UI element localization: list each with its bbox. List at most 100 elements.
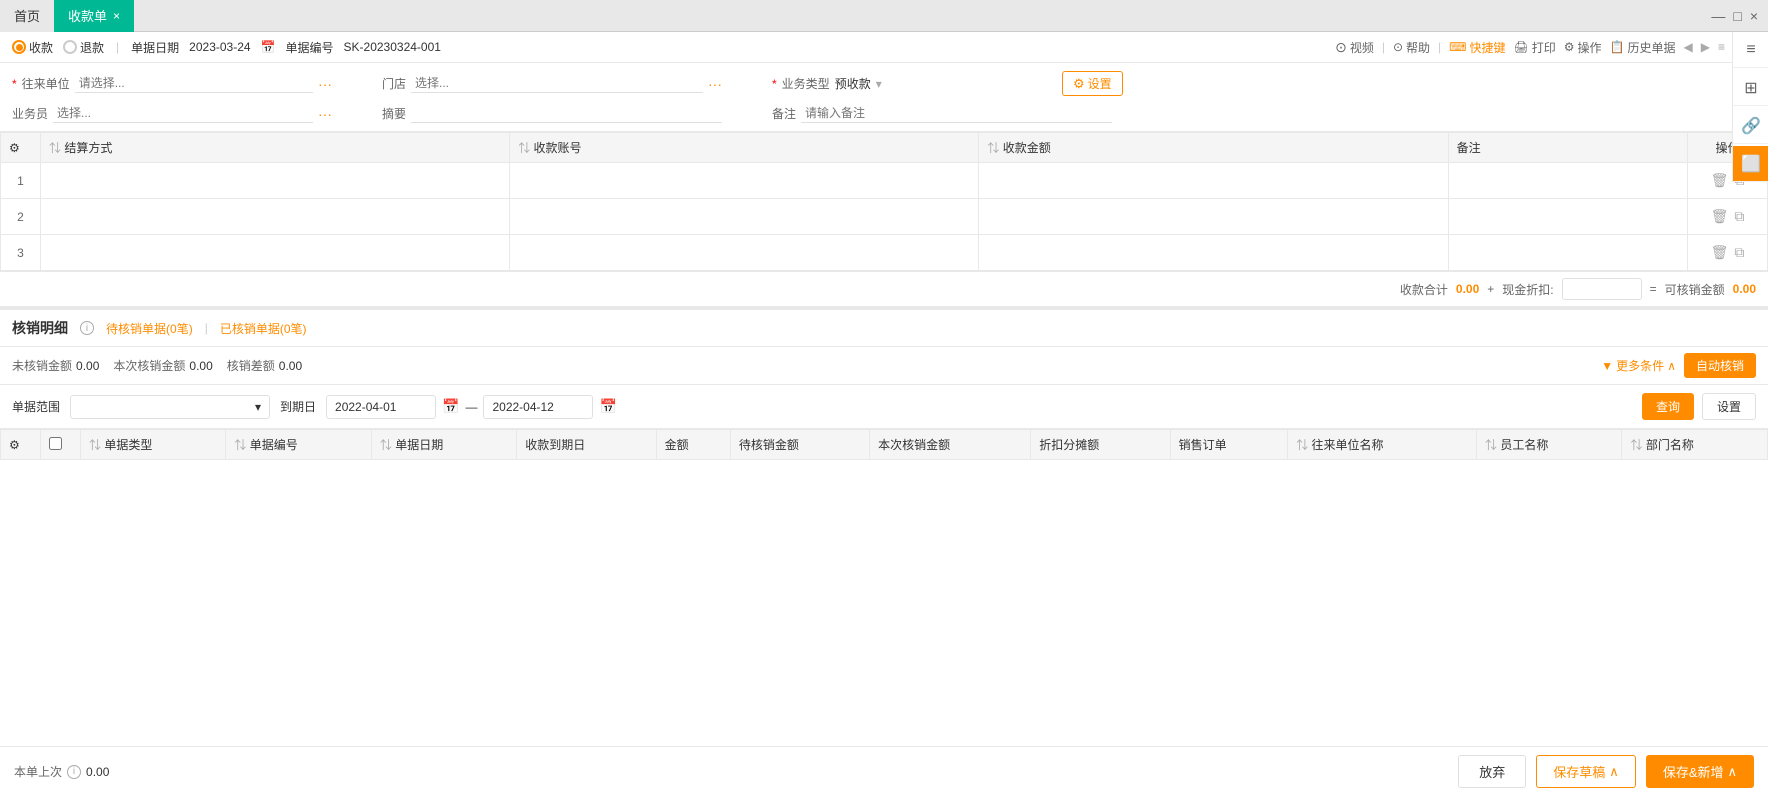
minimize-btn[interactable]: — — [1711, 8, 1725, 24]
maximize-btn[interactable]: □ — [1733, 8, 1741, 24]
verify-toolbar: 未核销金额 0.00 本次核销金额 0.00 核销差额 0.00 ▼ 更多条件 … — [0, 347, 1768, 385]
col-bill-date-header: ⇅ 单据日期 — [371, 430, 516, 460]
plus-sign: + — [1487, 282, 1494, 296]
row3-settlement[interactable] — [41, 235, 510, 271]
business-type-arrow[interactable]: ▾ — [876, 77, 882, 91]
settings-button[interactable]: ⚙ 设置 — [1062, 71, 1123, 96]
summary-input[interactable] — [411, 104, 722, 123]
col-settlement-header: ⇅ 结算方式 — [41, 133, 510, 163]
save-draft-label: 保存草稿 — [1553, 762, 1605, 781]
shortcut-btn[interactable]: ⌨ 快捷键 — [1449, 39, 1505, 56]
row1-delete-icon[interactable]: 🗑 — [1711, 172, 1729, 189]
row2-remark[interactable] — [1448, 199, 1687, 235]
row2-account[interactable] — [510, 199, 979, 235]
row2-amount[interactable] — [979, 199, 1448, 235]
current-cancel-stat: 本次核销金额 0.00 — [113, 357, 212, 374]
row3-account[interactable] — [510, 235, 979, 271]
col-amount-label: 收款金额 — [1003, 141, 1051, 155]
salesperson-more-btn[interactable]: ··· — [318, 106, 332, 122]
help-btn[interactable]: ⊙ 帮助 — [1393, 39, 1430, 56]
sidebar-icon-3[interactable]: 🔗 — [1733, 108, 1768, 144]
row3-amount[interactable] — [979, 235, 1448, 271]
print-btn[interactable]: 🖨 打印 — [1514, 39, 1556, 56]
date-to-input[interactable] — [483, 395, 593, 419]
table-settings-icon[interactable]: ⚙ — [9, 141, 20, 155]
store-input[interactable] — [411, 74, 703, 93]
nav-left-icon[interactable]: ◀ — [1684, 40, 1693, 54]
select-all-checkbox[interactable] — [49, 437, 62, 450]
row3-actions: 🗑 ⧉ — [1688, 235, 1768, 271]
sidebar-icon-4[interactable]: ⬜ — [1733, 146, 1768, 182]
summary-row: 收款合计 0.00 + 现金折扣: = 可核销金额 0.00 — [0, 271, 1768, 306]
abandon-label: 放弃 — [1479, 765, 1505, 780]
sidebar-icon-1[interactable]: ≡ — [1733, 32, 1768, 68]
operation-btn[interactable]: ⚙ 操作 — [1564, 39, 1602, 56]
counterparty-field: * 往来单位 ··· — [12, 74, 332, 93]
salesperson-field: 业务员 ··· — [12, 104, 332, 123]
radio-refund[interactable]: 退款 — [63, 39, 104, 56]
calendar-icon[interactable]: 📅 — [261, 40, 276, 54]
video-btn[interactable]: ⊙ 视频 — [1335, 39, 1374, 56]
form-row-2: 业务员 ··· 摘要 备注 — [12, 104, 1756, 123]
col-settings-header2[interactable]: ⚙ — [1, 430, 41, 460]
close-btn[interactable]: × — [1750, 8, 1758, 24]
salesperson-input[interactable] — [53, 104, 313, 123]
counterparty-more-btn[interactable]: ··· — [318, 76, 332, 92]
more-conditions-btn[interactable]: ▼ 更多条件 ∧ — [1601, 357, 1676, 374]
row3-remark[interactable] — [1448, 235, 1687, 271]
query-btn[interactable]: 查询 — [1642, 393, 1694, 420]
auto-cancel-btn[interactable]: 自动核销 — [1684, 353, 1756, 378]
nav-right-icon[interactable]: ▶ — [1701, 40, 1710, 54]
remark-input[interactable] — [801, 104, 1112, 123]
row-num-1: 1 — [1, 163, 41, 199]
table-settings-btn[interactable]: 设置 — [1702, 393, 1756, 420]
save-new-btn[interactable]: 保存&新增 ∧ — [1646, 755, 1754, 788]
history-btn[interactable]: 📋 历史单据 — [1610, 39, 1676, 56]
col-settings-header[interactable]: ⚙ — [1, 133, 41, 163]
date-from-input[interactable] — [326, 395, 436, 419]
sidebar-icon-2[interactable]: ⊞ — [1733, 70, 1768, 106]
save-draft-btn[interactable]: 保存草稿 ∧ — [1536, 755, 1636, 788]
col-dept-header: ⇅ 部门名称 — [1622, 430, 1768, 460]
discount-input[interactable] — [1562, 278, 1642, 300]
row1-account[interactable] — [510, 163, 979, 199]
calendar-to-icon[interactable]: 📅 — [599, 398, 616, 415]
required-mark2: * — [772, 77, 777, 91]
bill-date-value[interactable]: 2023-03-24 — [189, 40, 250, 54]
info-icon[interactable]: i — [80, 321, 94, 335]
abandon-btn[interactable]: 放弃 — [1458, 755, 1526, 788]
row2-copy-icon[interactable]: ⧉ — [1734, 208, 1744, 225]
col-bill-no-header: ⇅ 单据编号 — [226, 430, 371, 460]
select-arrow-icon: ▾ — [255, 400, 261, 414]
remark-label: 备注 — [772, 105, 796, 122]
row1-remark[interactable] — [1448, 163, 1687, 199]
col-due-date-label: 收款到期日 — [525, 438, 585, 452]
store-more-btn[interactable]: ··· — [708, 76, 722, 92]
tab-home[interactable]: 首页 — [0, 0, 54, 32]
row2-actions: 🗑 ⧉ — [1688, 199, 1768, 235]
up-arrow: ∧ — [1667, 359, 1676, 373]
row1-amount[interactable] — [979, 163, 1448, 199]
grid-icon[interactable]: ≡ — [1718, 40, 1725, 54]
row2-settlement[interactable] — [41, 199, 510, 235]
verified-tab[interactable]: 已核销单据(0笔) — [220, 320, 307, 337]
bill-no-value[interactable]: SK-20230324-001 — [344, 40, 441, 54]
row1-settlement[interactable] — [41, 163, 510, 199]
tab-receipt-close[interactable]: × — [113, 9, 120, 23]
bill-range-label: 单据范围 — [12, 398, 60, 415]
row3-delete-icon[interactable]: 🗑 — [1711, 244, 1729, 261]
footer-info-icon[interactable]: i — [67, 765, 81, 779]
bill-range-select[interactable]: ▾ — [70, 395, 270, 419]
pending-tab[interactable]: 待核销单据(0笔) — [106, 320, 193, 337]
counterparty-input[interactable] — [75, 74, 313, 93]
col-employee-label: 员工名称 — [1500, 438, 1548, 452]
row3-copy-icon[interactable]: ⧉ — [1734, 244, 1744, 261]
radio-receipt[interactable]: 收款 — [12, 39, 53, 56]
col-checkbox-header[interactable] — [41, 430, 81, 460]
tab-receipt[interactable]: 收款单 × — [54, 0, 134, 32]
uncancelled-stat: 未核销金额 0.00 — [12, 357, 99, 374]
row2-delete-icon[interactable]: 🗑 — [1711, 208, 1729, 225]
calendar-from-icon[interactable]: 📅 — [442, 398, 459, 415]
verify-header: 核销明细 i 待核销单据(0笔) | 已核销单据(0笔) — [0, 310, 1768, 347]
chevron-up-icon2: ∧ — [1727, 764, 1737, 780]
